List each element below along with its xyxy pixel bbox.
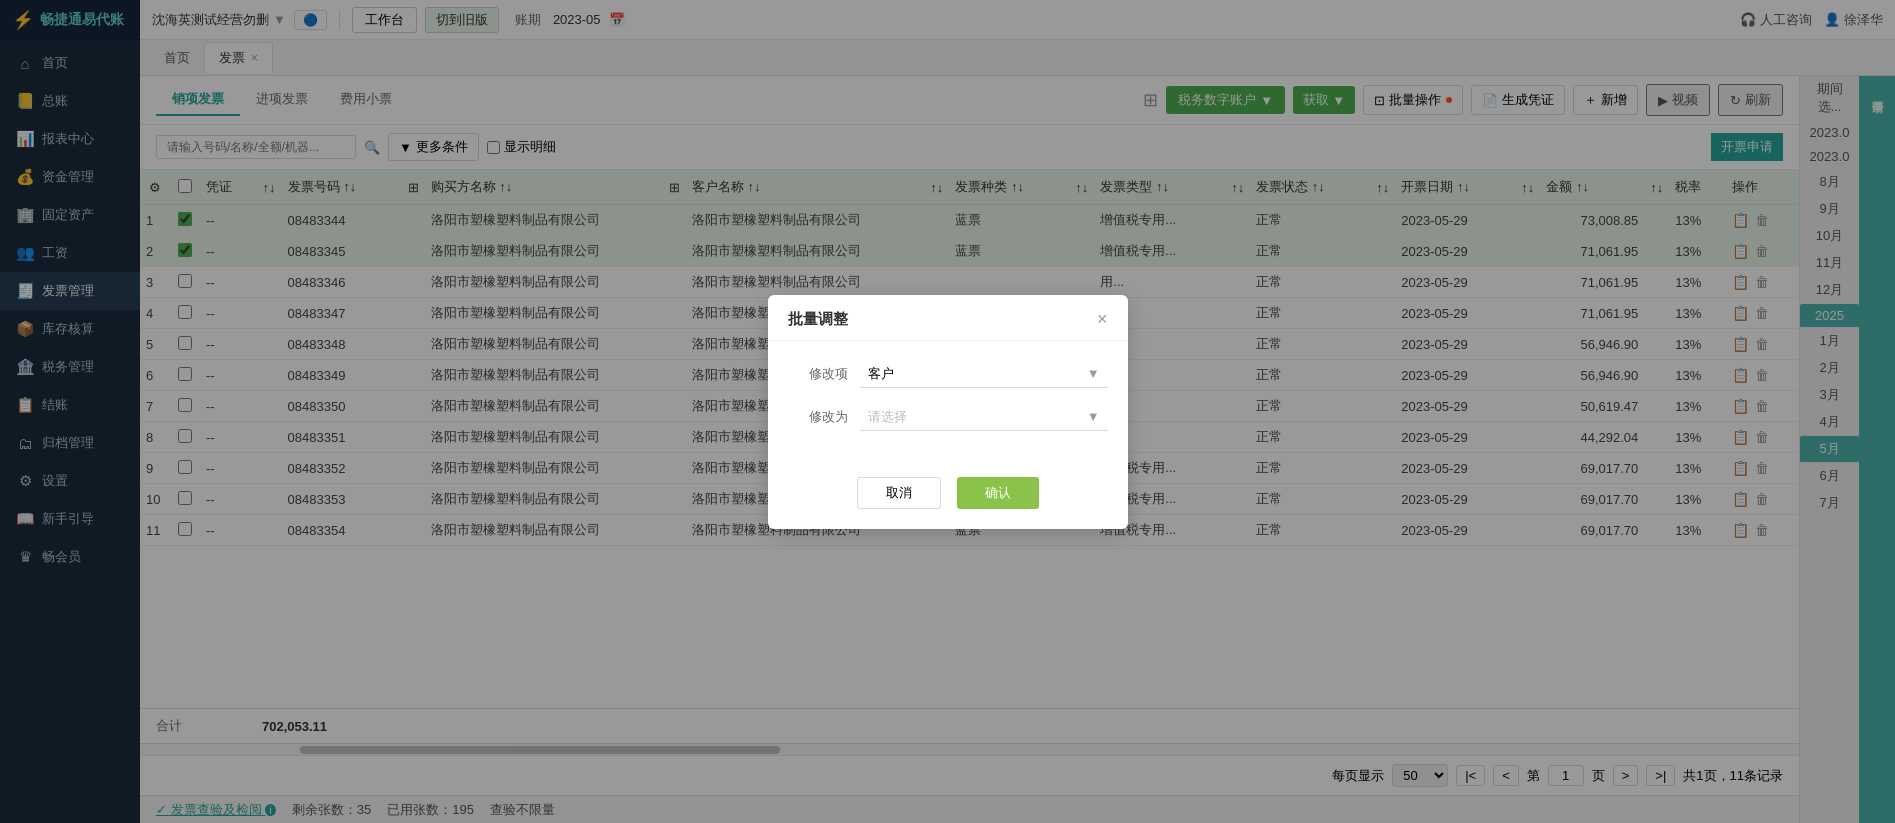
batch-adjust-modal: 批量调整 × 修改项 客户 ▼ 修改为 请选择 ▼ 取消 确认 — [768, 295, 1128, 529]
modal-footer: 取消 确认 — [768, 467, 1128, 529]
modal-header: 批量调整 × — [768, 295, 1128, 341]
modal-close-btn[interactable]: × — [1097, 309, 1108, 330]
modify-to-label: 修改为 — [788, 408, 848, 426]
modal-title: 批量调整 — [788, 310, 848, 329]
modify-field-value: 客户 — [868, 365, 894, 383]
modal-body: 修改项 客户 ▼ 修改为 请选择 ▼ — [768, 341, 1128, 467]
modify-to-placeholder: 请选择 — [868, 408, 907, 426]
modal-confirm-btn[interactable]: 确认 — [957, 477, 1039, 509]
modify-field-select[interactable]: 客户 ▼ — [860, 361, 1108, 388]
modify-field-label: 修改项 — [788, 365, 848, 383]
modify-to-row: 修改为 请选择 ▼ — [788, 404, 1108, 431]
field-dropdown-icon: ▼ — [1087, 366, 1100, 381]
to-dropdown-icon: ▼ — [1087, 409, 1100, 424]
modify-field-row: 修改项 客户 ▼ — [788, 361, 1108, 388]
modify-to-select[interactable]: 请选择 ▼ — [860, 404, 1108, 431]
modal-overlay[interactable]: 批量调整 × 修改项 客户 ▼ 修改为 请选择 ▼ 取消 确认 — [0, 0, 1895, 823]
modal-cancel-btn[interactable]: 取消 — [857, 477, 941, 509]
